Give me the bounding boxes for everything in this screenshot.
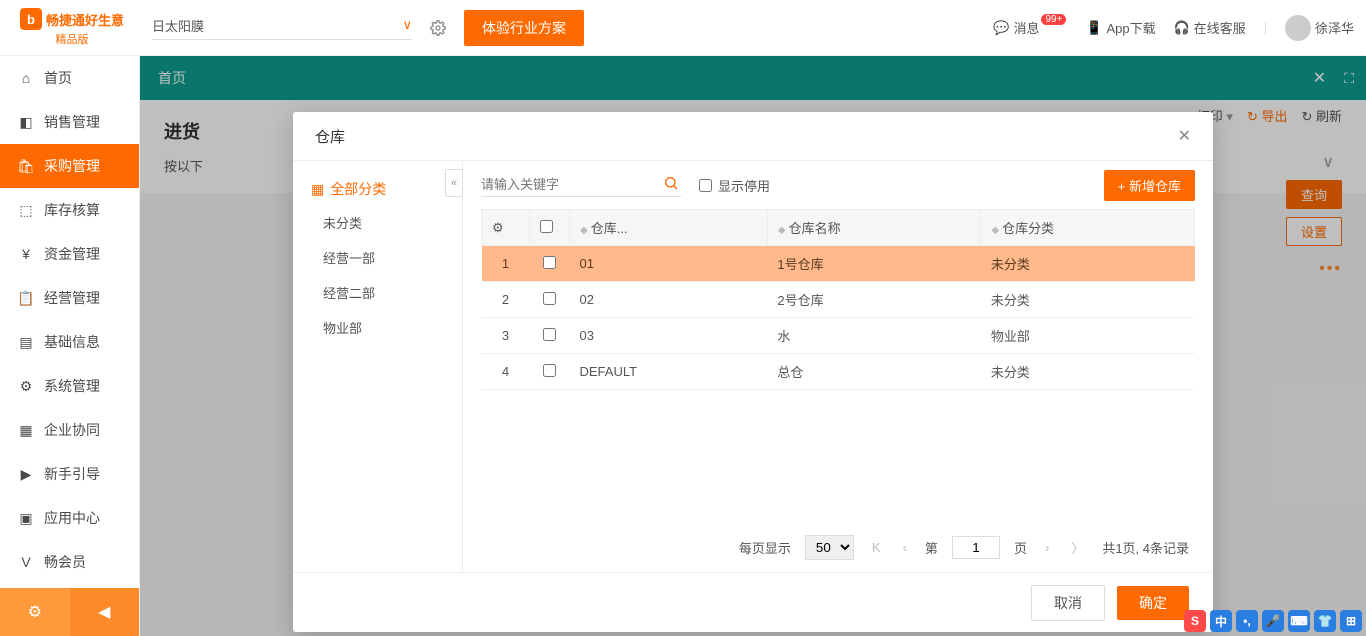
cancel-button[interactable]: 取消 [1031, 585, 1105, 621]
col-gear[interactable]: ⚙ [482, 210, 530, 246]
message-badge: 99+ [1041, 14, 1066, 25]
top-header: b 畅捷通好生意 精品版 日太阳膜 ∨ 体验行业方案 💬 消息 99+ 📱 Ap… [0, 0, 1366, 56]
sidebar-item-sales[interactable]: ◧销售管理 [0, 100, 139, 144]
info-icon: ▤ [18, 334, 34, 350]
warehouse-table: ⚙ ◆仓库... ◆仓库名称 ◆仓库分类 1011号仓库未分类2022号仓库未分… [481, 209, 1195, 390]
ime-bar: S 中 •, 🎤 ⌨ 👕 ⊞ [1184, 610, 1362, 632]
collapse-panel-icon[interactable]: « [445, 169, 463, 197]
table-row[interactable]: 1011号仓库未分类 [482, 246, 1195, 282]
ok-button[interactable]: 确定 [1117, 586, 1189, 620]
gear-icon: ⚙ [18, 378, 34, 394]
table-row[interactable]: 303水物业部 [482, 318, 1195, 354]
sidebar: ⌂首页 ◧销售管理 🛍采购管理 ⬚库存核算 ¥资金管理 📋经营管理 ▤基础信息 … [0, 56, 140, 636]
close-icon[interactable]: ✕ [1178, 126, 1191, 146]
phone-icon: 📱 [1086, 20, 1102, 36]
clipboard-icon: 📋 [18, 290, 34, 306]
search-icon[interactable] [663, 175, 679, 196]
next-page-icon[interactable]: › [1041, 540, 1053, 555]
sidebar-item-apps[interactable]: ▣应用中心 [0, 496, 139, 540]
sidebar-item-collab[interactable]: ▦企业协同 [0, 408, 139, 452]
gear-icon[interactable] [430, 20, 446, 36]
warehouse-modal: 仓库 ✕ ▦ 全部分类 未分类 经营一部 经营二部 物业部 « [293, 112, 1213, 632]
modal-title: 仓库 [315, 126, 345, 147]
last-page-icon[interactable]: 〉 [1067, 538, 1088, 557]
message-icon: 💬 [993, 20, 1009, 36]
grid-icon: ▦ [311, 181, 324, 198]
col-code[interactable]: ◆仓库... [570, 210, 768, 246]
ime-icon[interactable]: ⌨ [1288, 610, 1310, 632]
app-download-link[interactable]: 📱 App下载 [1086, 18, 1155, 37]
category-root[interactable]: ▦ 全部分类 [293, 173, 462, 205]
company-select[interactable]: 日太阳膜 ∨ [152, 16, 412, 40]
sidebar-item-system[interactable]: ⚙系统管理 [0, 364, 139, 408]
sidebar-item-inventory[interactable]: ⬚库存核算 [0, 188, 139, 232]
main-area: 首页 ✕ ⛶ 进货 按以下 打印 ▾ ↻ 导出 ↻ 刷新 ∨ 查询 设置 ••• [140, 56, 1366, 636]
apps-icon: ▣ [18, 510, 34, 526]
headset-icon: 🎧 [1174, 20, 1190, 36]
category-panel: ▦ 全部分类 未分类 经营一部 经营二部 物业部 « [293, 161, 463, 572]
cart-icon: 🛍 [18, 158, 34, 174]
user-menu[interactable]: 徐泽华 [1285, 15, 1354, 41]
ime-icon[interactable]: S [1184, 610, 1206, 632]
brand-text: 畅捷通好生意 [46, 10, 124, 29]
ime-icon[interactable]: 👕 [1314, 610, 1336, 632]
messages-link[interactable]: 💬 消息 99+ [993, 18, 1068, 37]
category-item[interactable]: 经营一部 [293, 240, 462, 275]
vip-icon: V [18, 554, 34, 570]
sales-icon: ◧ [18, 114, 34, 130]
sidebar-item-finance[interactable]: ¥资金管理 [0, 232, 139, 276]
cta-button[interactable]: 体验行业方案 [464, 10, 584, 46]
home-icon: ⌂ [18, 70, 34, 86]
category-item[interactable]: 未分类 [293, 205, 462, 240]
avatar-icon [1285, 15, 1311, 41]
search-input[interactable] [481, 173, 681, 197]
box-icon: ⬚ [18, 202, 34, 218]
ime-icon[interactable]: 中 [1210, 610, 1232, 632]
ime-icon[interactable]: 🎤 [1262, 610, 1284, 632]
gear-icon: ⚙ [28, 602, 42, 622]
table-panel: 显示停用 + 新增仓库 ⚙ ◆仓库... ◆仓库名称 [463, 161, 1213, 572]
new-warehouse-button[interactable]: + 新增仓库 [1104, 170, 1195, 201]
gear-icon: ⚙ [492, 220, 504, 235]
col-category[interactable]: ◆仓库分类 [981, 210, 1195, 246]
top-right: 💬 消息 99+ 📱 App下载 🎧 在线客服 | 徐泽华 [993, 15, 1354, 41]
page-summary: 共1页, 4条记录 [1102, 538, 1189, 557]
team-icon: ▦ [18, 422, 34, 438]
chevron-down-icon: ∨ [402, 17, 412, 33]
per-page-select[interactable]: 50 [805, 535, 854, 560]
pagination: 每页显示 50 K ‹ 第 页 › 〉 共1页, 4条记录 [463, 522, 1213, 572]
brand-sub: 精品版 [56, 31, 89, 47]
col-checkbox[interactable] [530, 210, 570, 246]
category-item[interactable]: 物业部 [293, 310, 462, 345]
table-row[interactable]: 2022号仓库未分类 [482, 282, 1195, 318]
table-row[interactable]: 4DEFAULT总仓未分类 [482, 354, 1195, 390]
logo-icon: b [20, 8, 42, 30]
sidebar-item-guide[interactable]: ▶新手引导 [0, 452, 139, 496]
page-input[interactable] [952, 536, 1000, 559]
collapse-button[interactable]: ◀ [70, 588, 140, 636]
sidebar-item-home[interactable]: ⌂首页 [0, 56, 139, 100]
category-item[interactable]: 经营二部 [293, 275, 462, 310]
modal-overlay: 仓库 ✕ ▦ 全部分类 未分类 经营一部 经营二部 物业部 « [140, 56, 1366, 636]
first-page-icon[interactable]: K [868, 540, 885, 555]
logo: b 畅捷通好生意 精品版 [12, 8, 132, 47]
company-name: 日太阳膜 [152, 16, 204, 35]
ime-icon[interactable]: •, [1236, 610, 1258, 632]
collapse-icon: ◀ [98, 602, 110, 622]
sidebar-item-purchase[interactable]: 🛍采购管理 [0, 144, 139, 188]
prev-page-icon[interactable]: ‹ [899, 540, 911, 555]
sidebar-item-basicinfo[interactable]: ▤基础信息 [0, 320, 139, 364]
guide-icon: ▶ [18, 466, 34, 482]
money-icon: ¥ [18, 246, 34, 262]
sidebar-item-operation[interactable]: 📋经营管理 [0, 276, 139, 320]
col-name[interactable]: ◆仓库名称 [767, 210, 981, 246]
sidebar-item-member[interactable]: V畅会员 [0, 540, 139, 584]
settings-button[interactable]: ⚙ [0, 588, 70, 636]
ime-icon[interactable]: ⊞ [1340, 610, 1362, 632]
service-link[interactable]: 🎧 在线客服 [1174, 18, 1246, 37]
show-disabled-checkbox[interactable]: 显示停用 [699, 176, 770, 195]
